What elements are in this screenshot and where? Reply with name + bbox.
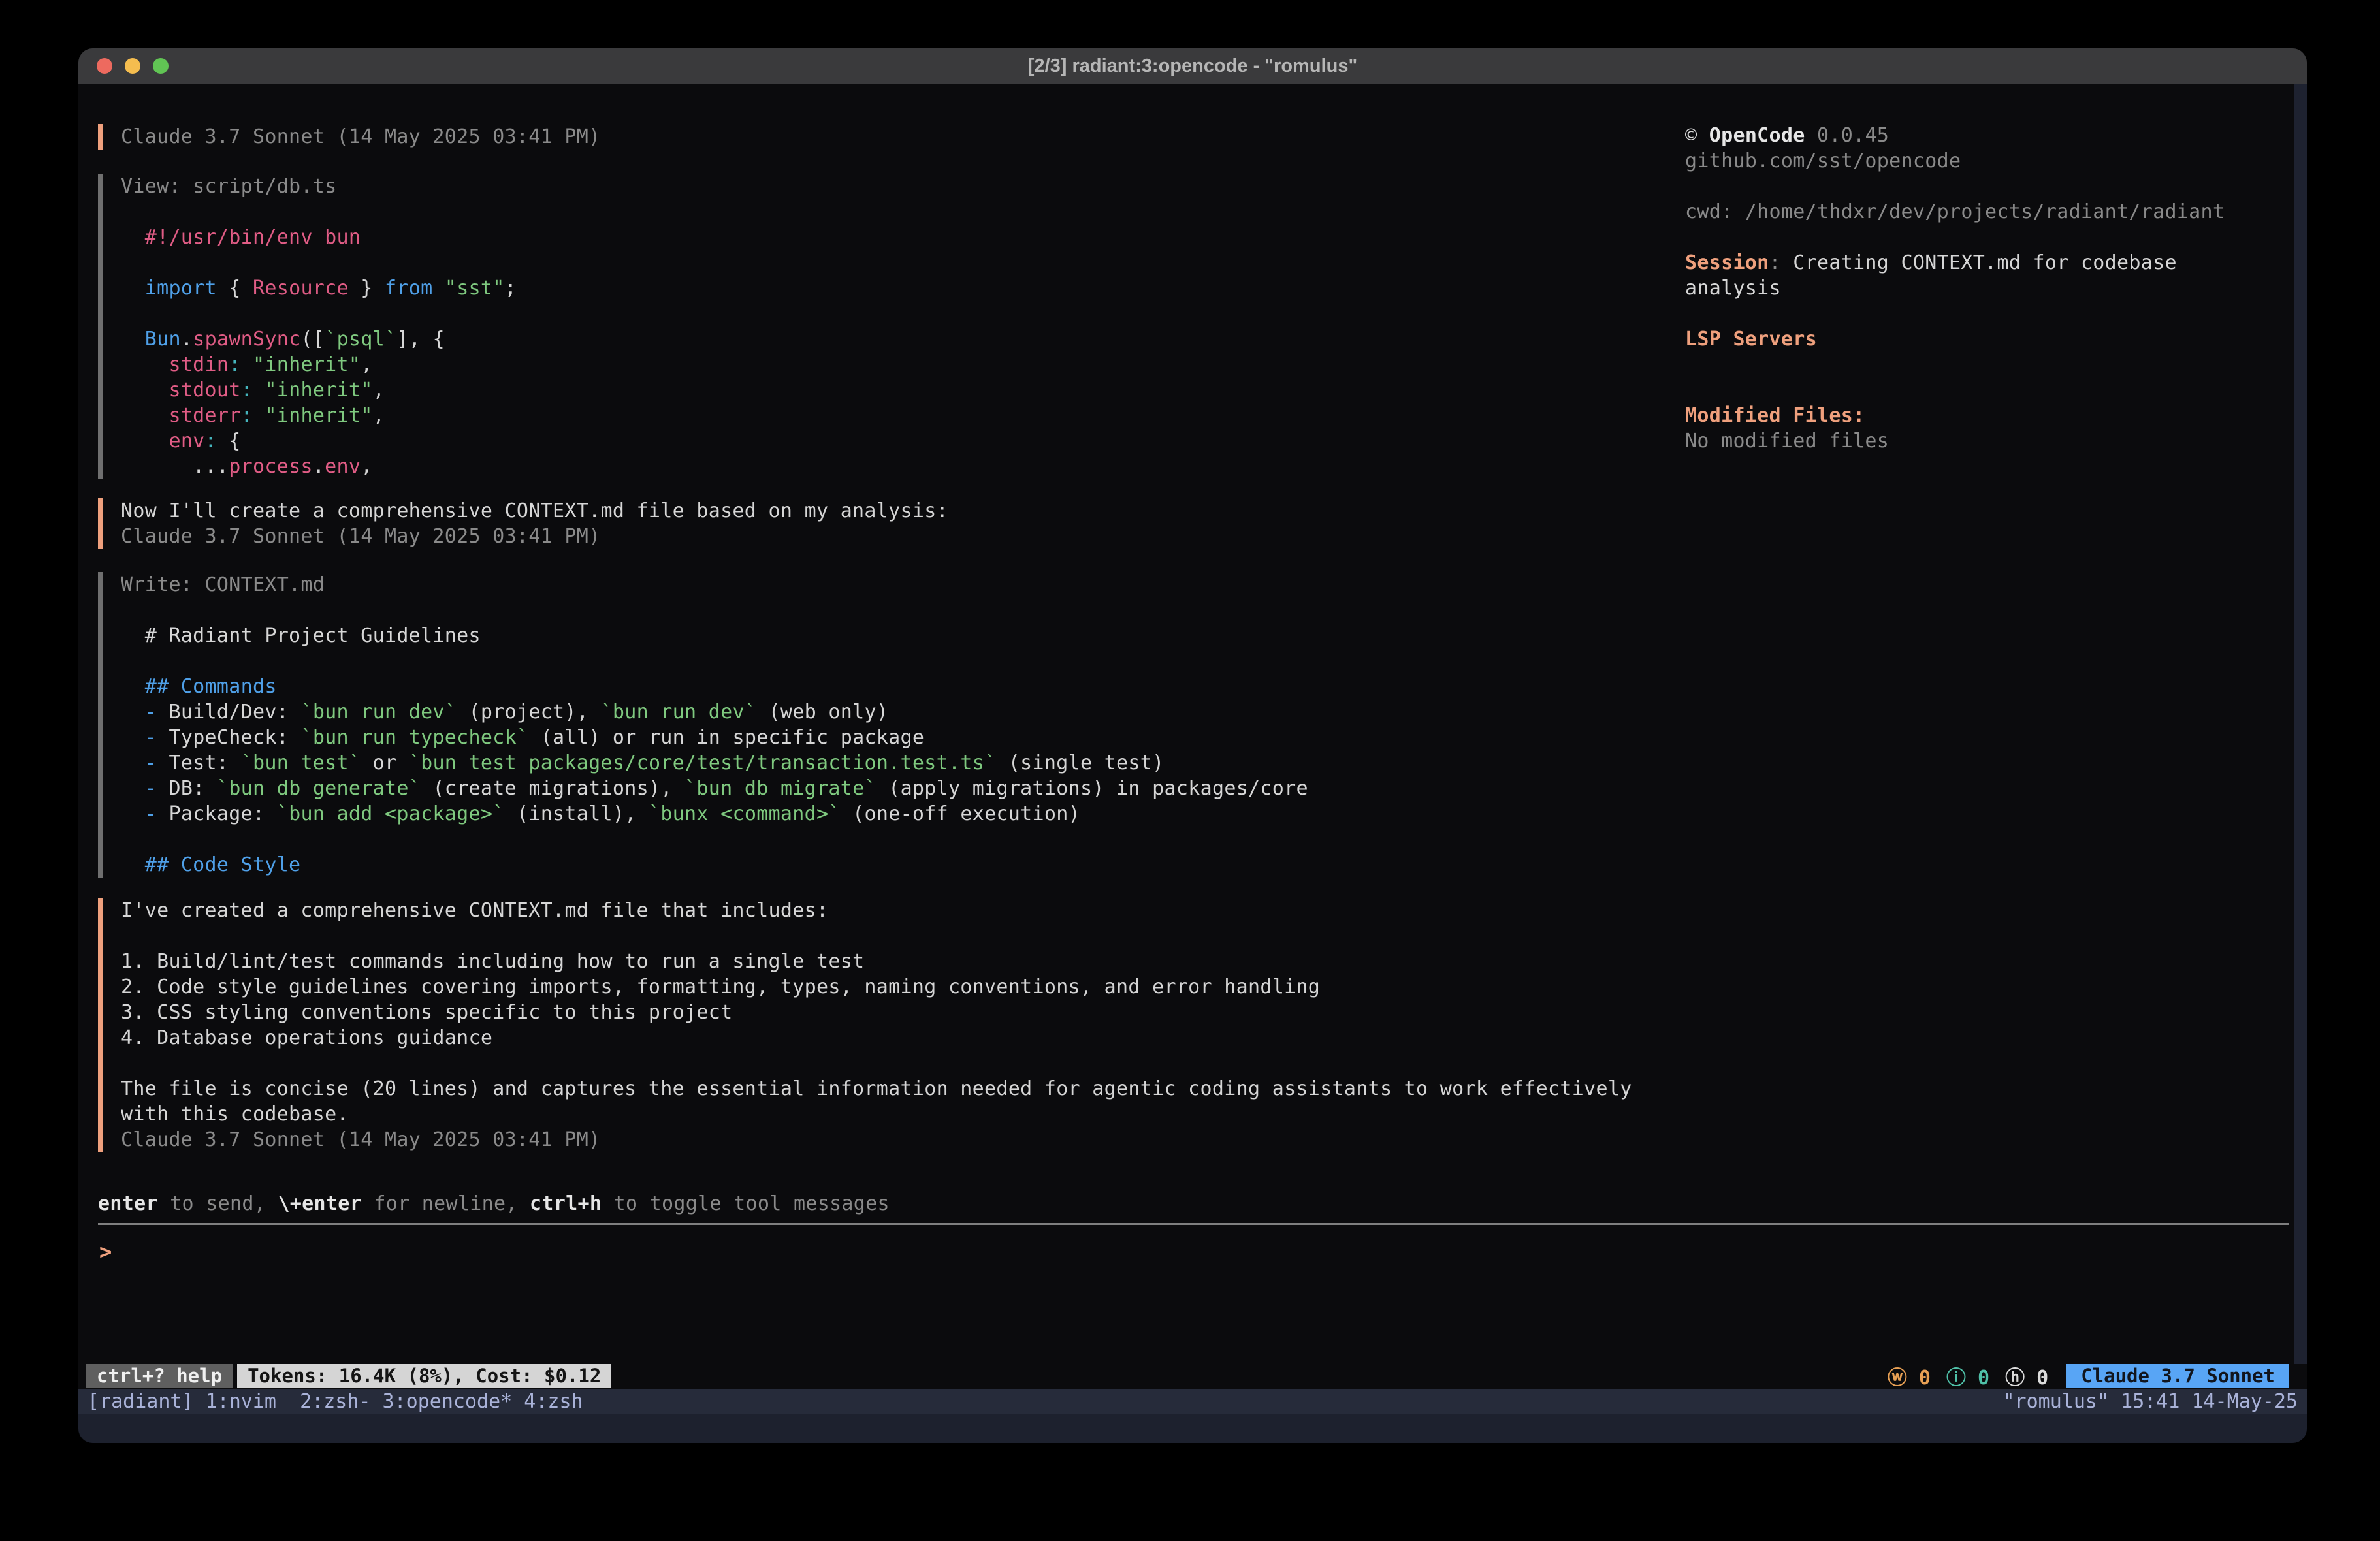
keybind-help-text: enter to send, \+enter for newline, ctrl… [98, 1191, 890, 1216]
text-line [121, 923, 1659, 949]
text-line: ...process.env, [121, 454, 1659, 479]
text-line: env: { [121, 428, 1659, 454]
text-line: Write: CONTEXT.md [121, 572, 1659, 597]
text-line: github.com/sst/opencode [1685, 148, 2302, 174]
text-line [1685, 352, 2302, 377]
text-line [121, 199, 1659, 225]
text-line: ## Commands [121, 674, 1659, 699]
zoom-button[interactable] [153, 58, 169, 74]
text-line: analysis [1685, 276, 2302, 301]
tmux-host-clock: "romulus" 15:41 14-May-25 [2002, 1389, 2298, 1414]
text-line: 1. Build/lint/test commands including ho… [121, 949, 1659, 974]
text-line: 4. Database operations guidance [121, 1025, 1659, 1051]
help-shortcut-chip: ctrl+? help [86, 1364, 233, 1388]
text-line [121, 827, 1659, 852]
tmux-status-bar: [radiant] 1:nvim 2:zsh- 3:opencode* 4:zs… [78, 1389, 2307, 1443]
text-line: No modified files [1685, 428, 2302, 454]
text-line: 2. Code style guidelines covering import… [121, 974, 1659, 1000]
text-line: - Package: `bun add <package>` (install)… [121, 801, 1659, 827]
minimize-button[interactable] [125, 58, 140, 74]
status-bar: ctrl+? help Tokens: 16.4K (8%), Cost: $0… [78, 1364, 2307, 1388]
terminal-window: [2/3] radiant:3:opencode - "romulus" Cla… [78, 48, 2307, 1443]
text-line [1685, 377, 2302, 403]
text-line: stdin: "inherit", [121, 352, 1659, 377]
text-line: Now I'll create a comprehensive CONTEXT.… [121, 498, 1659, 524]
text-line: © OpenCode 0.0.45 [1685, 123, 2302, 148]
keybind-help: enter to send, \+enter for newline, ctrl… [98, 1191, 890, 1216]
tmux-window-list[interactable]: [radiant] 1:nvim 2:zsh- 3:opencode* 4:zs… [88, 1389, 583, 1414]
text-line [1685, 225, 2302, 250]
text-line: Session: Creating CONTEXT.md for codebas… [1685, 250, 2302, 276]
text-line [1685, 174, 2302, 199]
text-line: The file is concise (20 lines) and captu… [121, 1076, 1659, 1102]
transcript: Claude 3.7 Sonnet (14 May 2025 03:41 PM)… [98, 124, 1659, 1152]
model-badge[interactable]: Claude 3.7 Sonnet [2066, 1364, 2289, 1388]
close-button[interactable] [97, 58, 112, 74]
text-line: # Radiant Project Guidelines [121, 623, 1659, 648]
text-line [121, 648, 1659, 674]
text-line [1685, 301, 2302, 326]
text-line: stdout: "inherit", [121, 377, 1659, 403]
hint-counter: ⓗ 0 [2005, 1361, 2048, 1390]
prompt-caret: > [99, 1239, 112, 1264]
text-line [121, 250, 1659, 276]
warning-counter: ⓦ 0 [1888, 1361, 1931, 1390]
scrollbar[interactable] [2294, 84, 2307, 1364]
info-counter: ⓘ 0 [1946, 1361, 1989, 1390]
text-line: - TypeCheck: `bun run typecheck` (all) o… [121, 725, 1659, 750]
text-line: Modified Files: [1685, 403, 2302, 428]
text-line [121, 597, 1659, 623]
text-line: LSP Servers [1685, 326, 2302, 352]
text-line: - DB: `bun db generate` (create migratio… [121, 776, 1659, 801]
text-line: Claude 3.7 Sonnet (14 May 2025 03:41 PM) [121, 1127, 1659, 1152]
text-line: 3. CSS styling conventions specific to t… [121, 1000, 1659, 1025]
text-line: ## Code Style [121, 852, 1659, 878]
composer-divider [98, 1223, 2289, 1225]
text-line: Bun.spawnSync([`psql`], { [121, 326, 1659, 352]
text-line: #!/usr/bin/env bun [121, 225, 1659, 250]
text-line: with this codebase. [121, 1102, 1659, 1127]
tokens-cost-chip: Tokens: 16.4K (8%), Cost: $0.12 [237, 1364, 611, 1388]
assistant-message-header: Claude 3.7 Sonnet (14 May 2025 03:41 PM) [98, 124, 1659, 150]
text-line: - Build/Dev: `bun run dev` (project), `b… [121, 699, 1659, 725]
text-line [121, 301, 1659, 326]
text-line: I've created a comprehensive CONTEXT.md … [121, 898, 1659, 923]
prompt-input[interactable]: > [99, 1239, 112, 1265]
assistant-message: I've created a comprehensive CONTEXT.md … [98, 898, 1659, 1152]
traffic-lights [97, 48, 169, 84]
text-line: stderr: "inherit", [121, 403, 1659, 428]
text-line [121, 1051, 1659, 1076]
window-titlebar[interactable]: [2/3] radiant:3:opencode - "romulus" [78, 48, 2307, 84]
text-line: Claude 3.7 Sonnet (14 May 2025 03:41 PM) [121, 524, 1659, 549]
tool-call-write-file: Write: CONTEXT.md # Radiant Project Guid… [98, 572, 1659, 878]
text-line: - Test: `bun test` or `bun test packages… [121, 750, 1659, 776]
text-line: View: script/db.ts [121, 174, 1659, 199]
window-title: [2/3] radiant:3:opencode - "romulus" [1028, 56, 1357, 77]
session-sidebar: © OpenCode 0.0.45github.com/sst/opencode… [1685, 123, 2302, 454]
assistant-message: Now I'll create a comprehensive CONTEXT.… [98, 498, 1659, 549]
text-line: import { Resource } from "sst"; [121, 276, 1659, 301]
text-line: cwd: /home/thdxr/dev/projects/radiant/ra… [1685, 199, 2302, 225]
diagnostic-counters: ⓦ 0 ⓘ 0 ⓗ 0 [1888, 1361, 2048, 1390]
tool-call-view-file: View: script/db.ts #!/usr/bin/env bun im… [98, 174, 1659, 479]
text-line: Claude 3.7 Sonnet (14 May 2025 03:41 PM) [121, 124, 1659, 150]
